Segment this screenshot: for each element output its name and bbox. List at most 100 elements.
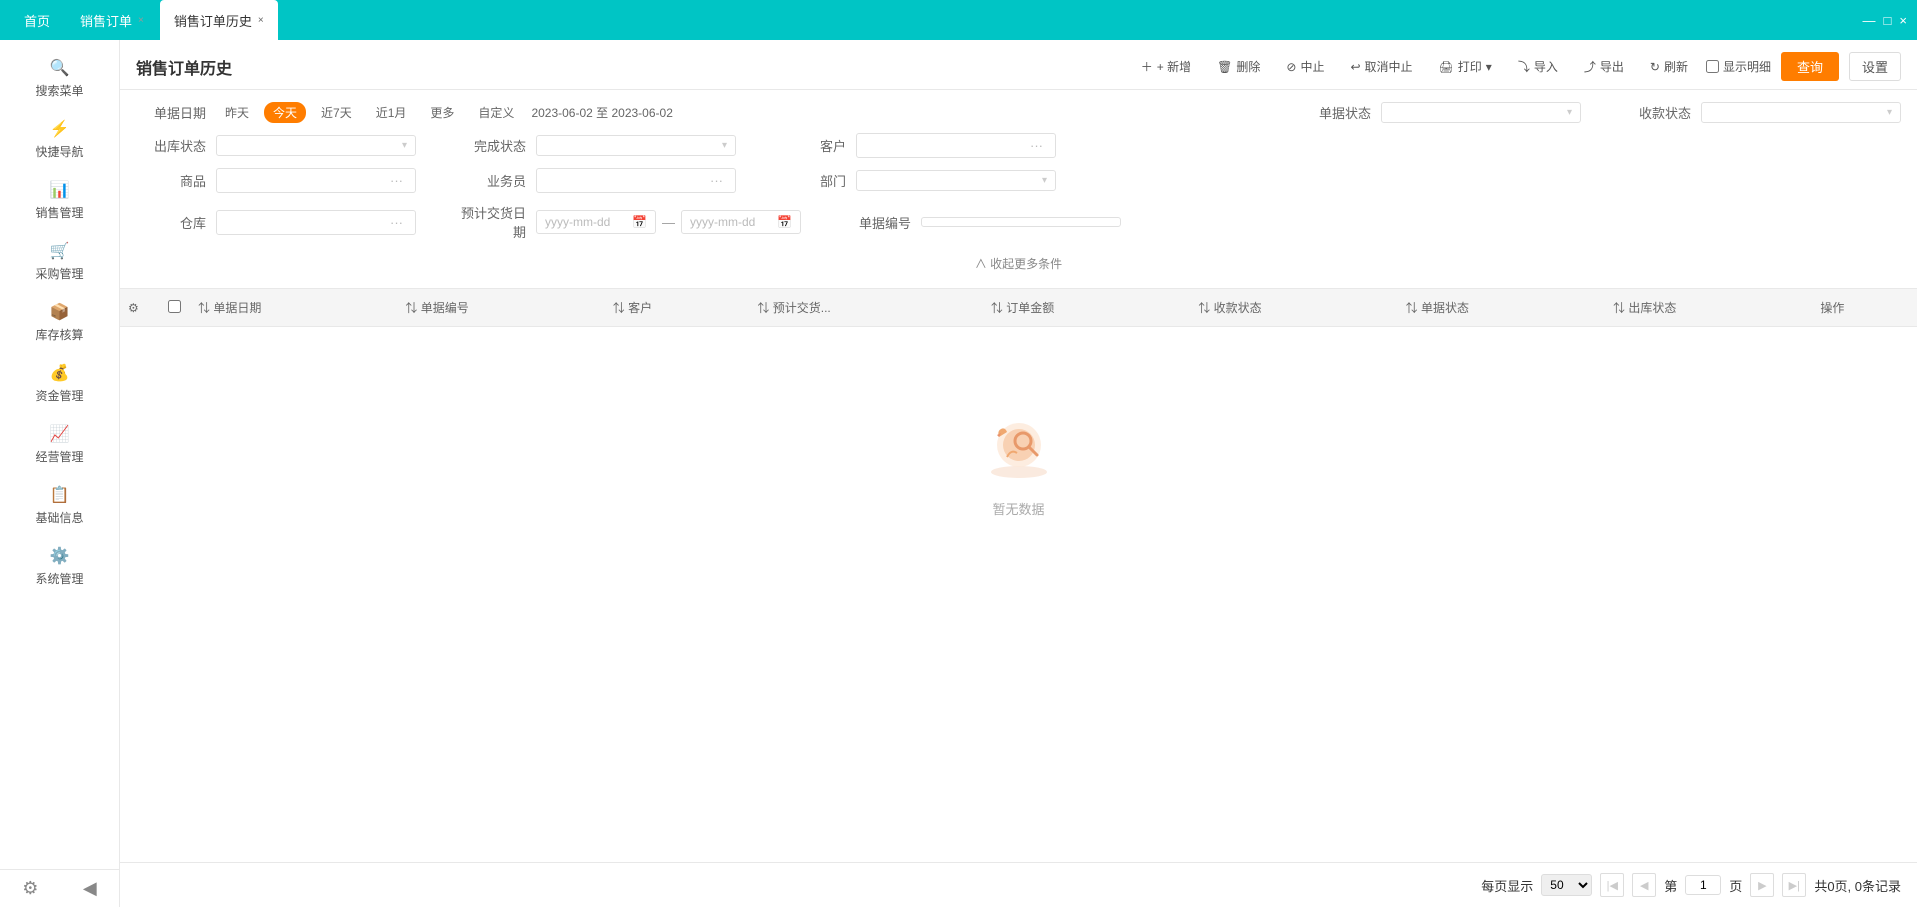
inventory-icon: 📦 [50, 302, 70, 322]
sidebar-item-purchase[interactable]: 🛒 采购管理 [0, 231, 119, 292]
import-button[interactable]: ⤵ 导入 [1510, 54, 1566, 79]
setting-button[interactable]: 设置 [1849, 52, 1901, 81]
sidebar-item-finance[interactable]: 💰 资金管理 [0, 353, 119, 414]
sidebar-item-basic-info[interactable]: 📋 基础信息 [0, 475, 119, 536]
col-date-sort-icon: ⇅ [198, 301, 213, 315]
warehouse-label: 仓库 [136, 213, 216, 232]
data-table: ⚙ ⇅ 单据日期 ⇅ 单据编号 ⇅ 客户 [120, 289, 1917, 598]
sidebar-item-system[interactable]: ⚙️ 系统管理 [0, 536, 119, 597]
table-col-customer[interactable]: ⇅ 客户 [605, 289, 750, 327]
export-button[interactable]: ⤴ 导出 [1576, 54, 1632, 79]
tab-sales-history-close[interactable]: × [258, 15, 264, 26]
department-select[interactable]: ▾ [856, 170, 1056, 191]
quicknav-icon: ⚡ [50, 119, 70, 139]
delete-button[interactable]: 🗑 删除 [1209, 54, 1268, 79]
sidebar-item-inventory[interactable]: 📦 库存核算 [0, 292, 119, 353]
select-all-checkbox[interactable] [168, 300, 181, 313]
table-header-row: ⚙ ⇅ 单据日期 ⇅ 单据编号 ⇅ 客户 [120, 289, 1917, 327]
customer-more-icon[interactable]: ··· [1026, 138, 1047, 153]
salesperson-select[interactable]: ··· [536, 168, 736, 193]
tab-sales-order-close[interactable]: × [138, 15, 144, 26]
table-col-settings[interactable]: ⚙ [120, 289, 160, 327]
page-input[interactable] [1685, 875, 1721, 895]
empty-text: 暂无数据 [992, 499, 1044, 518]
toolbar: ＋ + 新增 🗑 删除 ⊘ 中止 ↩ 取消中止 🖨 打印 [1133, 52, 1901, 81]
page-label: 页 [1729, 876, 1742, 895]
date-range-display: 2023-06-02 至 2023-06-02 [531, 104, 672, 121]
department-chevron: ▾ [1042, 175, 1047, 186]
complete-status-select[interactable]: ▾ [536, 135, 736, 156]
bill-status-label: 单据状态 [1301, 103, 1381, 122]
finance-icon: 💰 [50, 363, 70, 383]
sidebar-item-quicknav-label: 快捷导航 [35, 143, 83, 160]
receipt-status-label: 收款状态 [1621, 103, 1701, 122]
product-label: 商品 [136, 171, 216, 190]
table-col-receipt-status[interactable]: ⇅ 收款状态 [1190, 289, 1397, 327]
table-col-date[interactable]: ⇅ 单据日期 [190, 289, 397, 327]
date-tag-custom[interactable]: 自定义 [469, 102, 523, 123]
bill-status-select[interactable]: ▾ [1381, 102, 1581, 123]
warehouse-more-icon[interactable]: ··· [386, 215, 407, 230]
print-icon: 🖨 [1439, 60, 1454, 74]
first-page-btn[interactable]: |◀ [1600, 873, 1624, 897]
product-select[interactable]: ··· [216, 168, 416, 193]
salesperson-more-icon[interactable]: ··· [706, 173, 727, 188]
outbound-status-select[interactable]: ▾ [216, 135, 416, 156]
sidebar-item-operations[interactable]: 📈 经营管理 [0, 414, 119, 475]
date-filter-control: 昨天 今天 近7天 近1月 更多 自定义 2023-06-02 至 2023-0… [216, 102, 1261, 123]
prev-page-btn[interactable]: ◀ [1632, 873, 1656, 897]
sidebar-item-quicknav[interactable]: ⚡ 快捷导航 [0, 109, 119, 170]
sidebar-collapse-icon[interactable]: ◀ [83, 878, 97, 899]
bill-number-input[interactable] [921, 217, 1121, 227]
minimize-btn[interactable]: — [1863, 13, 1876, 28]
calendar-from-icon[interactable]: 📅 [632, 215, 647, 229]
product-more-icon[interactable]: ··· [386, 173, 407, 188]
delivery-date-from-placeholder: yyyy-mm-dd [545, 215, 610, 229]
warehouse-select[interactable]: ··· [216, 210, 416, 235]
receipt-status-select[interactable]: ▾ [1701, 102, 1901, 123]
bill-status-chevron: ▾ [1567, 107, 1572, 118]
department-label: 部门 [776, 171, 856, 190]
tab-sales-history[interactable]: 销售订单历史 × [160, 0, 278, 40]
collapse-bar[interactable]: ∧ 收起更多条件 [136, 251, 1901, 276]
window-close-btn[interactable]: × [1899, 13, 1907, 28]
top-bar: 首页 销售订单 × 销售订单历史 × — □ × [0, 0, 1917, 40]
last-page-btn[interactable]: ▶| [1782, 873, 1806, 897]
table-col-checkbox[interactable] [160, 289, 190, 327]
refresh-button[interactable]: ↻ 刷新 [1642, 54, 1696, 79]
page-size-select[interactable]: 50 20 100 [1541, 874, 1592, 896]
display-columns-checkbox[interactable] [1706, 60, 1719, 73]
tab-home-label: 首页 [24, 11, 50, 30]
tab-home[interactable]: 首页 [10, 0, 64, 40]
date-tag-more[interactable]: 更多 [421, 102, 463, 123]
sidebar-item-sales[interactable]: 📊 销售管理 [0, 170, 119, 231]
calendar-to-icon[interactable]: 📅 [777, 215, 792, 229]
date-tag-1month[interactable]: 近1月 [367, 102, 416, 123]
maximize-btn[interactable]: □ [1884, 13, 1892, 28]
table-col-action: 操作 [1812, 289, 1917, 327]
date-tag-7days[interactable]: 近7天 [312, 102, 361, 123]
expected-delivery-label: 预计交货日期 [456, 203, 536, 241]
delivery-date-to-placeholder: yyyy-mm-dd [690, 215, 755, 229]
cancel-stop-button[interactable]: ↩ 取消中止 [1342, 54, 1420, 79]
stop-button[interactable]: ⊘ 中止 [1278, 54, 1332, 79]
main-content: 销售订单历史 ＋ + 新增 🗑 删除 ⊘ 中止 ↩ 取消中止 [120, 40, 1917, 907]
new-button[interactable]: ＋ + 新增 [1133, 54, 1199, 79]
tab-sales-order[interactable]: 销售订单 × [66, 0, 158, 40]
table-col-number[interactable]: ⇅ 单据编号 [397, 289, 604, 327]
table-col-bill-status[interactable]: ⇅ 单据状态 [1398, 289, 1605, 327]
table-col-amount[interactable]: ⇅ 订单金额 [983, 289, 1190, 327]
delivery-date-to[interactable]: yyyy-mm-dd 📅 [681, 210, 801, 234]
date-tag-yesterday[interactable]: 昨天 [216, 102, 258, 123]
col-outbound-sort-icon: ⇅ [1613, 301, 1628, 315]
print-button[interactable]: 🖨 打印 ▾ [1431, 54, 1500, 79]
delivery-date-from[interactable]: yyyy-mm-dd 📅 [536, 210, 656, 234]
next-page-btn[interactable]: ▶ [1750, 873, 1774, 897]
table-col-outbound-status[interactable]: ⇅ 出库状态 [1605, 289, 1812, 327]
table-col-expected-delivery[interactable]: ⇅ 预计交货... [749, 289, 983, 327]
sidebar-settings-icon[interactable]: ⚙ [22, 878, 38, 899]
date-tag-today[interactable]: 今天 [264, 102, 306, 123]
query-button[interactable]: 查询 [1781, 52, 1839, 81]
customer-select[interactable]: ··· [856, 133, 1056, 158]
sidebar-item-search[interactable]: 🔍 搜索菜单 [0, 48, 119, 109]
